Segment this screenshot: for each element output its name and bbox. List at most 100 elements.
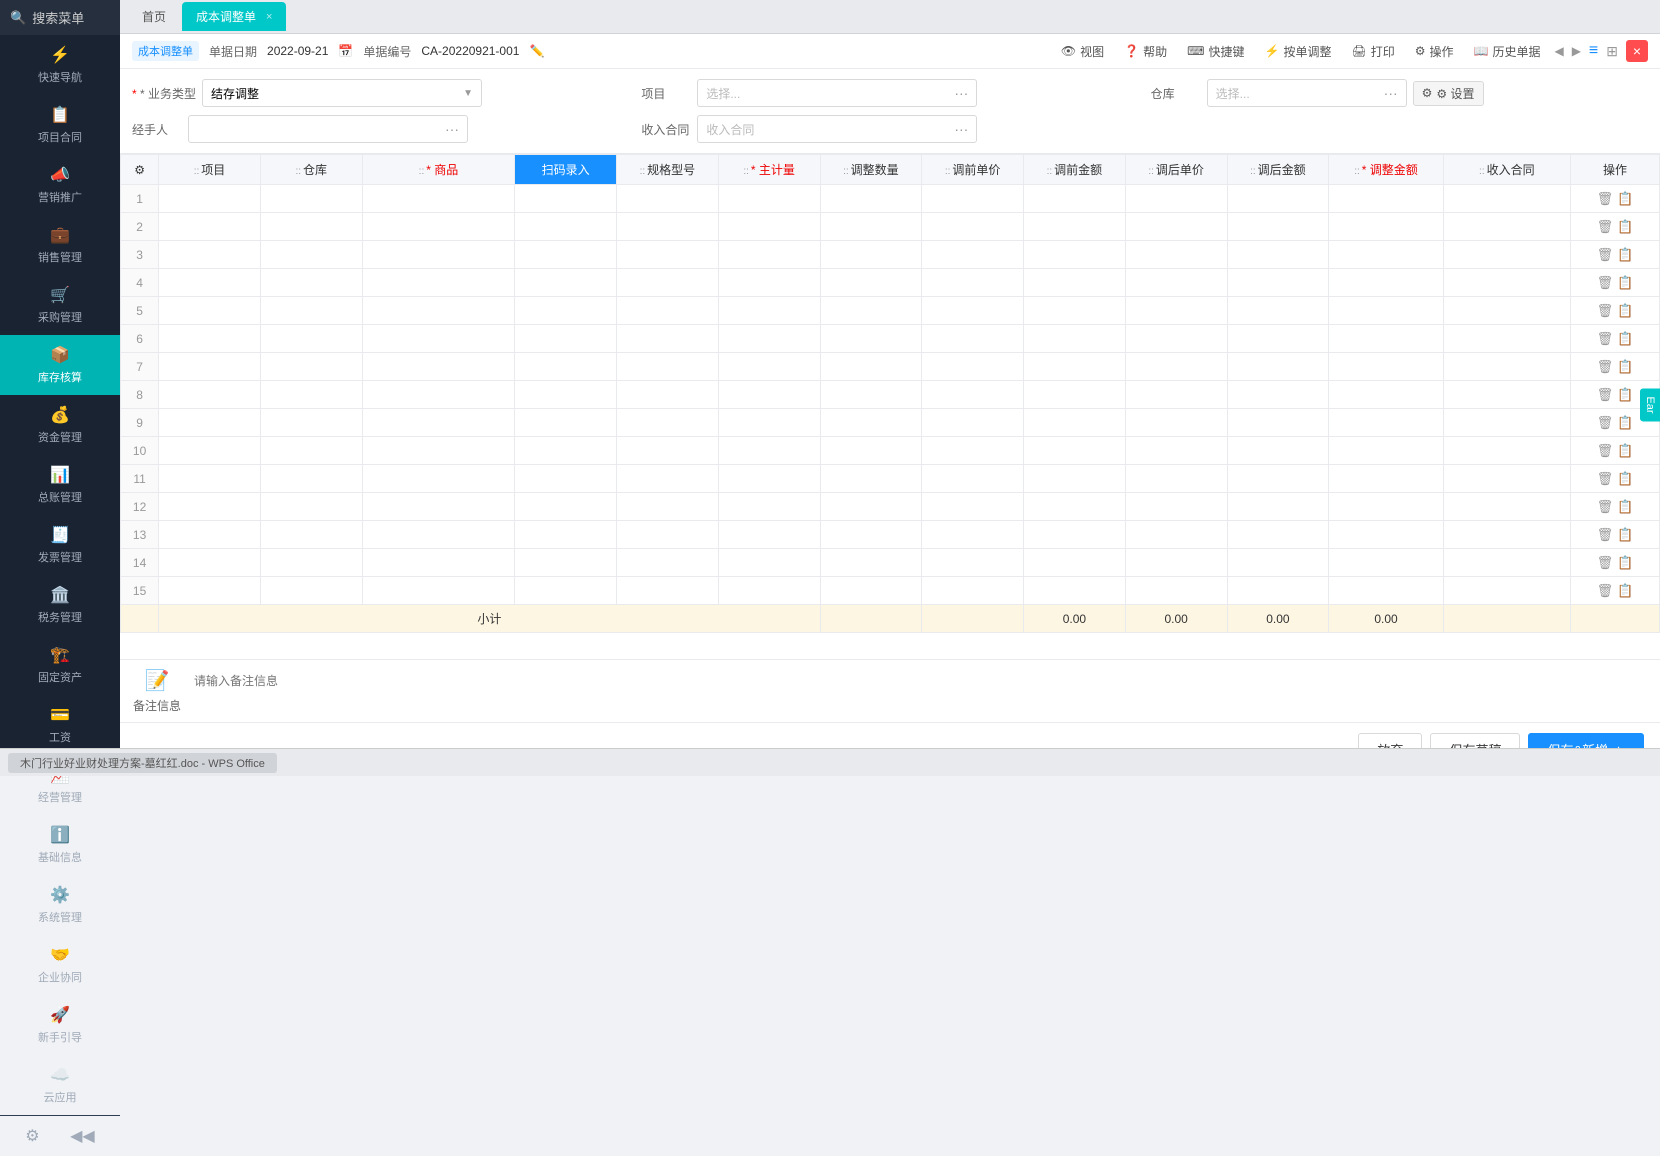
- cell-product-15[interactable]: [362, 577, 515, 605]
- cell-action-5[interactable]: 🗑 📋: [1570, 297, 1659, 325]
- cell-adj-amount-14[interactable]: [1227, 549, 1329, 577]
- cell-product-10[interactable]: [362, 437, 515, 465]
- cell-scan-5[interactable]: [515, 297, 617, 325]
- cell-adj-total-11[interactable]: [1329, 465, 1443, 493]
- sidebar-item-ledger-mgmt[interactable]: 📊 总账管理: [0, 455, 120, 515]
- cell-adj-unit-price-11[interactable]: [1125, 465, 1227, 493]
- cell-adj-amount-4[interactable]: [1227, 269, 1329, 297]
- delete-icon-1[interactable]: 🗑: [1597, 191, 1614, 207]
- cell-product-12[interactable]: [362, 493, 515, 521]
- cell-scan-13[interactable]: [515, 521, 617, 549]
- copy-icon-12[interactable]: 📋: [1617, 499, 1633, 515]
- cell-adj-unit-price-8[interactable]: [1125, 381, 1227, 409]
- delete-icon-15[interactable]: 🗑: [1597, 583, 1614, 599]
- sidebar-item-newbie[interactable]: 🚀 新手引导: [0, 995, 120, 1055]
- cell-product-9[interactable]: [362, 409, 515, 437]
- cell-prev-unit-price-2[interactable]: [922, 213, 1024, 241]
- cell-income-contract-11[interactable]: [1443, 465, 1570, 493]
- delete-icon-6[interactable]: 🗑: [1597, 331, 1614, 347]
- cell-project-3[interactable]: [159, 241, 261, 269]
- cell-adj-unit-price-13[interactable]: [1125, 521, 1227, 549]
- cell-warehouse-1[interactable]: [260, 185, 362, 213]
- cell-income-contract-14[interactable]: [1443, 549, 1570, 577]
- delete-icon-5[interactable]: 🗑: [1597, 303, 1614, 319]
- cell-spec-7[interactable]: [617, 353, 719, 381]
- cell-income-contract-9[interactable]: [1443, 409, 1570, 437]
- cell-prev-amount-2[interactable]: [1024, 213, 1126, 241]
- cell-prev-amount-4[interactable]: [1024, 269, 1126, 297]
- cell-adj-qty-15[interactable]: [820, 577, 922, 605]
- cell-prev-amount-12[interactable]: [1024, 493, 1126, 521]
- cell-warehouse-6[interactable]: [260, 325, 362, 353]
- copy-icon-4[interactable]: 📋: [1617, 275, 1633, 291]
- cell-adj-unit-price-9[interactable]: [1125, 409, 1227, 437]
- sidebar-item-tax-mgmt[interactable]: 🏛️ 税务管理: [0, 575, 120, 635]
- settings-icon[interactable]: ⚙: [25, 1126, 39, 1146]
- calendar-icon[interactable]: 📅: [338, 44, 353, 58]
- cell-adj-amount-11[interactable]: [1227, 465, 1329, 493]
- cell-adj-total-5[interactable]: [1329, 297, 1443, 325]
- cell-prev-unit-price-8[interactable]: [922, 381, 1024, 409]
- sidebar-item-project-contract[interactable]: 📋 项目合同: [0, 95, 120, 155]
- copy-icon-3[interactable]: 📋: [1617, 247, 1633, 263]
- cell-prev-unit-price-14[interactable]: [922, 549, 1024, 577]
- cell-adj-unit-price-4[interactable]: [1125, 269, 1227, 297]
- cell-project-12[interactable]: [159, 493, 261, 521]
- sidebar-item-sales-mgmt[interactable]: 💼 销售管理: [0, 215, 120, 275]
- cell-prev-amount-6[interactable]: [1024, 325, 1126, 353]
- cell-scan-7[interactable]: [515, 353, 617, 381]
- cell-warehouse-13[interactable]: [260, 521, 362, 549]
- cell-income-contract-7[interactable]: [1443, 353, 1570, 381]
- cell-adj-qty-6[interactable]: [820, 325, 922, 353]
- cell-prev-unit-price-11[interactable]: [922, 465, 1024, 493]
- cell-scan-6[interactable]: [515, 325, 617, 353]
- cell-project-2[interactable]: [159, 213, 261, 241]
- cell-warehouse-7[interactable]: [260, 353, 362, 381]
- cell-income-contract-5[interactable]: [1443, 297, 1570, 325]
- cell-spec-15[interactable]: [617, 577, 719, 605]
- cell-unit-15[interactable]: [718, 577, 820, 605]
- cell-spec-2[interactable]: [617, 213, 719, 241]
- copy-icon-13[interactable]: 📋: [1617, 527, 1633, 543]
- delete-icon-13[interactable]: 🗑: [1597, 527, 1614, 543]
- delete-icon-14[interactable]: 🗑: [1597, 555, 1614, 571]
- cell-unit-7[interactable]: [718, 353, 820, 381]
- cell-action-10[interactable]: 🗑 📋: [1570, 437, 1659, 465]
- edit-icon[interactable]: ✏️: [529, 44, 544, 58]
- cell-unit-10[interactable]: [718, 437, 820, 465]
- cell-project-1[interactable]: [159, 185, 261, 213]
- cell-spec-5[interactable]: [617, 297, 719, 325]
- cell-adj-qty-2[interactable]: [820, 213, 922, 241]
- cell-product-2[interactable]: [362, 213, 515, 241]
- cell-prev-amount-3[interactable]: [1024, 241, 1126, 269]
- sidebar-item-quicknav[interactable]: ⚡ 快速导航: [0, 35, 120, 95]
- cell-unit-6[interactable]: [718, 325, 820, 353]
- cell-warehouse-3[interactable]: [260, 241, 362, 269]
- cell-unit-14[interactable]: [718, 549, 820, 577]
- settings-button[interactable]: ⚙ ⚙ 设置: [1413, 81, 1484, 106]
- cell-spec-11[interactable]: [617, 465, 719, 493]
- cell-warehouse-5[interactable]: [260, 297, 362, 325]
- cell-project-7[interactable]: [159, 353, 261, 381]
- cell-adj-qty-5[interactable]: [820, 297, 922, 325]
- help-action[interactable]: ❓ 帮助: [1118, 41, 1173, 62]
- project-ellipsis-icon[interactable]: ···: [954, 85, 968, 101]
- nav-next-icon[interactable]: ▶: [1572, 44, 1581, 58]
- cell-project-13[interactable]: [159, 521, 261, 549]
- cell-warehouse-9[interactable]: [260, 409, 362, 437]
- cell-adj-qty-12[interactable]: [820, 493, 922, 521]
- cell-prev-unit-price-12[interactable]: [922, 493, 1024, 521]
- cell-adj-total-4[interactable]: [1329, 269, 1443, 297]
- cell-action-7[interactable]: 🗑 📋: [1570, 353, 1659, 381]
- cell-action-13[interactable]: 🗑 📋: [1570, 521, 1659, 549]
- biz-type-input[interactable]: 结存调整 ▼: [202, 79, 482, 107]
- cell-adj-amount-8[interactable]: [1227, 381, 1329, 409]
- cell-warehouse-10[interactable]: [260, 437, 362, 465]
- cell-warehouse-11[interactable]: [260, 465, 362, 493]
- cell-adj-total-12[interactable]: [1329, 493, 1443, 521]
- view-action[interactable]: 👁 视图: [1055, 41, 1110, 62]
- cell-adj-qty-14[interactable]: [820, 549, 922, 577]
- cell-product-13[interactable]: [362, 521, 515, 549]
- cell-prev-amount-5[interactable]: [1024, 297, 1126, 325]
- cell-prev-amount-13[interactable]: [1024, 521, 1126, 549]
